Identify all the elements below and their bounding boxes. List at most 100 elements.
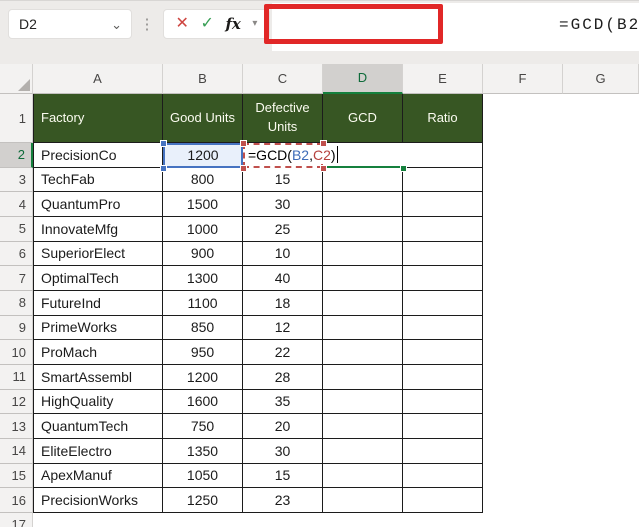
cell-E12[interactable] — [403, 389, 483, 415]
cell-E8[interactable] — [403, 291, 483, 316]
table-header-cell[interactable]: GCD — [323, 94, 403, 143]
column-header-D[interactable]: D — [323, 63, 403, 94]
cell-A8[interactable]: FutureInd — [33, 291, 163, 316]
cell-A4[interactable]: QuantumPro — [33, 192, 163, 217]
cell-D9[interactable] — [323, 315, 403, 341]
row-header-11[interactable]: 11 — [0, 365, 33, 390]
cell-E6[interactable] — [403, 241, 483, 267]
column-header-E[interactable]: E — [403, 63, 483, 94]
insert-function-icon[interactable]: fx — [225, 16, 240, 32]
cell-A9[interactable]: PrimeWorks — [33, 315, 163, 341]
cell-A16[interactable]: PrecisionWorks — [33, 488, 163, 513]
cell-A3[interactable]: TechFab — [33, 167, 163, 193]
ref-handle-blue[interactable] — [160, 140, 167, 147]
cell-A2[interactable]: PrecisionCo — [33, 143, 163, 168]
ref-handle-blue[interactable] — [160, 164, 167, 172]
cell-B13[interactable]: 750 — [163, 414, 243, 439]
cell-B10[interactable]: 950 — [163, 340, 243, 365]
cell-E15[interactable] — [403, 463, 483, 489]
row-header-4[interactable]: 4 — [0, 192, 33, 217]
cell-B4[interactable]: 1500 — [163, 192, 243, 217]
cell-C15[interactable]: 15 — [243, 463, 323, 489]
table-header-cell[interactable]: Factory — [33, 94, 163, 143]
cell-E4[interactable] — [403, 192, 483, 217]
column-header-B[interactable]: B — [163, 63, 243, 94]
cell-B3[interactable]: 800 — [163, 167, 243, 193]
select-all-corner[interactable] — [0, 63, 33, 94]
row-header-10[interactable]: 10 — [0, 340, 33, 365]
cell-A15[interactable]: ApexManuf — [33, 463, 163, 489]
row-header-17[interactable]: 17 — [0, 513, 33, 527]
cell-E7[interactable] — [403, 266, 483, 291]
cell-C5[interactable]: 25 — [243, 217, 323, 242]
cell-A12[interactable]: HighQuality — [33, 389, 163, 415]
cell-B8[interactable]: 1100 — [163, 291, 243, 316]
ref-handle-red[interactable] — [240, 140, 247, 147]
cell-C4[interactable]: 30 — [243, 192, 323, 217]
cell-E5[interactable] — [403, 217, 483, 242]
cell-A5[interactable]: InnovateMfg — [33, 217, 163, 242]
cell-C16[interactable]: 23 — [243, 488, 323, 513]
cell-C7[interactable]: 40 — [243, 266, 323, 291]
enter-icon[interactable]: ✓ — [201, 16, 214, 32]
name-box[interactable]: D2 ⌄ — [8, 9, 132, 39]
cell-C3[interactable]: 15 — [243, 167, 323, 193]
cell-D7[interactable] — [323, 266, 403, 291]
row-header-16[interactable]: 16 — [0, 488, 33, 513]
row-header-1[interactable]: 1 — [0, 94, 33, 143]
row-header-7[interactable]: 7 — [0, 266, 33, 291]
cell-D12[interactable] — [323, 389, 403, 415]
row-header-5[interactable]: 5 — [0, 217, 33, 242]
cell-B16[interactable]: 1250 — [163, 488, 243, 513]
row-header-13[interactable]: 13 — [0, 414, 33, 439]
cell-D4[interactable] — [323, 192, 403, 217]
cell-C14[interactable]: 30 — [243, 439, 323, 464]
cell-D14[interactable] — [323, 439, 403, 464]
cell-A11[interactable]: SmartAssembl — [33, 365, 163, 390]
cell-A14[interactable]: EliteElectro — [33, 439, 163, 464]
table-header-cell[interactable]: Defective Units — [243, 94, 323, 143]
cell-D5[interactable] — [323, 217, 403, 242]
cell-E13[interactable] — [403, 414, 483, 439]
cell-D13[interactable] — [323, 414, 403, 439]
cell-E14[interactable] — [403, 439, 483, 464]
row-header-8[interactable]: 8 — [0, 291, 33, 316]
row-header-12[interactable]: 12 — [0, 389, 33, 415]
ref-handle-red[interactable] — [320, 164, 327, 172]
cell-B11[interactable]: 1200 — [163, 365, 243, 390]
cell-D15[interactable] — [323, 463, 403, 489]
cell-D11[interactable] — [323, 365, 403, 390]
column-header-F[interactable]: F — [483, 63, 563, 94]
row-header-3[interactable]: 3 — [0, 167, 33, 193]
cell-C6[interactable]: 10 — [243, 241, 323, 267]
fill-handle[interactable] — [400, 164, 407, 172]
table-header-cell[interactable]: Ratio — [403, 94, 483, 143]
cell-E16[interactable] — [403, 488, 483, 513]
formula-input[interactable]: =GCD(B2,C2) — [272, 3, 639, 51]
row-header-9[interactable]: 9 — [0, 315, 33, 341]
column-header-C[interactable]: C — [243, 63, 323, 94]
cell-B14[interactable]: 1350 — [163, 439, 243, 464]
cancel-icon[interactable]: ✕ — [176, 16, 189, 32]
cell-B9[interactable]: 850 — [163, 315, 243, 341]
cell-B7[interactable]: 1300 — [163, 266, 243, 291]
cell-E3[interactable] — [403, 167, 483, 193]
cell-B2[interactable]: 1200 — [163, 143, 243, 168]
chevron-down-icon[interactable]: ⌄ — [111, 18, 131, 31]
cell-E10[interactable] — [403, 340, 483, 365]
cell-C11[interactable]: 28 — [243, 365, 323, 390]
cell-D16[interactable] — [323, 488, 403, 513]
cell-C10[interactable]: 22 — [243, 340, 323, 365]
row-header-14[interactable]: 14 — [0, 439, 33, 464]
column-header-G[interactable]: G — [563, 63, 639, 94]
cell-C8[interactable]: 18 — [243, 291, 323, 316]
row-header-2[interactable]: 2 — [0, 143, 33, 168]
cell-E9[interactable] — [403, 315, 483, 341]
table-header-cell[interactable]: Good Units — [163, 94, 243, 143]
ref-handle-red[interactable] — [240, 164, 247, 172]
row-header-6[interactable]: 6 — [0, 241, 33, 267]
cell-A7[interactable]: OptimalTech — [33, 266, 163, 291]
cell-D3[interactable] — [323, 167, 403, 193]
cell-A10[interactable]: ProMach — [33, 340, 163, 365]
cell-E11[interactable] — [403, 365, 483, 390]
